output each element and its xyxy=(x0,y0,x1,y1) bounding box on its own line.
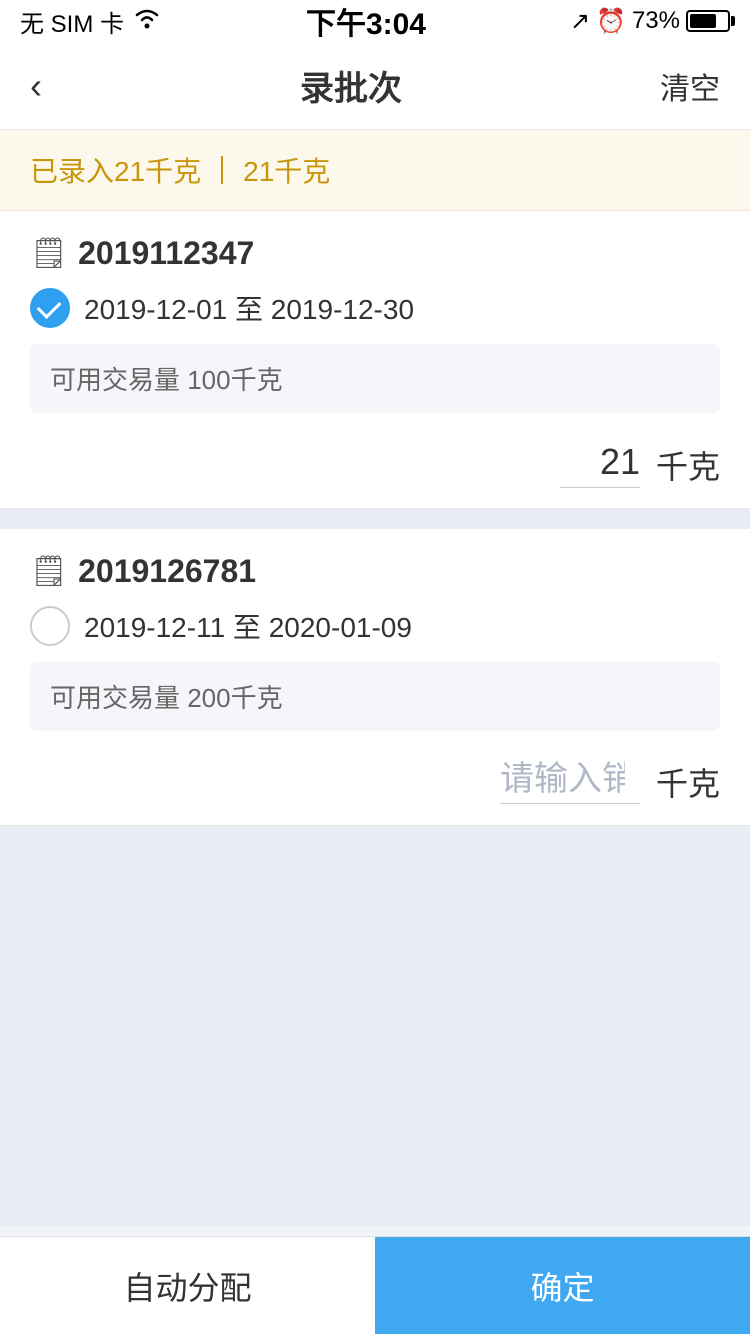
section-separator-1 xyxy=(0,509,750,529)
summary-divider xyxy=(221,156,223,184)
summary-banner: 已录入21千克 21千克 xyxy=(0,130,750,211)
batch-1-date: 2019-12-01 至 2019-12-30 xyxy=(84,288,414,328)
alarm-icon: ⏰ xyxy=(596,7,626,36)
nav-bar: ‹ 录批次 清空 xyxy=(0,42,750,130)
bottom-bar: 自动分配 确定 xyxy=(0,1236,750,1334)
page-title: 录批次 xyxy=(300,61,402,110)
carrier-label: 无 SIM 卡 xyxy=(20,4,124,39)
auto-distribute-button[interactable]: 自动分配 xyxy=(0,1237,375,1334)
total-label: 21千克 xyxy=(243,150,330,190)
batch-2-date: 2019-12-11 至 2020-01-09 xyxy=(84,606,412,646)
location-icon: ↗ xyxy=(570,7,590,36)
batch-card-1: 🗒 2019112347 2019-12-01 至 2019-12-30 可用交… xyxy=(0,211,750,509)
recorded-label: 已录入21千克 xyxy=(30,150,201,190)
batch-2-input-row: 千克 xyxy=(0,745,750,826)
batch-2-unit: 千克 xyxy=(656,759,720,805)
status-left: 无 SIM 卡 xyxy=(20,4,162,39)
status-right: ↗ ⏰ 73% xyxy=(570,7,730,36)
batch-2-number: 2019126781 xyxy=(78,553,256,590)
battery-fill xyxy=(690,14,716,28)
battery-icon xyxy=(686,10,730,32)
batch-1-header: 🗒 2019112347 xyxy=(0,211,750,282)
page-content: 已录入21千克 21千克 🗒 2019112347 2019-12-01 至 2… xyxy=(0,130,750,1334)
battery-percent: 73% xyxy=(632,7,680,35)
batch-1-icon: 🗒 xyxy=(30,236,68,271)
status-bar: 无 SIM 卡 下午3:04 ↗ ⏰ 73% xyxy=(0,0,750,42)
batch-1-date-row[interactable]: 2019-12-01 至 2019-12-30 xyxy=(0,282,750,334)
batch-1-number: 2019112347 xyxy=(78,235,254,272)
batch-2-radio[interactable] xyxy=(30,606,70,646)
batch-1-input-row: 21 千克 xyxy=(0,427,750,509)
batch-2-available: 可用交易量 200千克 xyxy=(30,662,720,731)
batch-2-date-row[interactable]: 2019-12-11 至 2020-01-09 xyxy=(0,600,750,652)
batch-card-2: 🗒 2019126781 2019-12-11 至 2020-01-09 可用交… xyxy=(0,529,750,826)
back-button[interactable]: ‹ xyxy=(30,65,42,107)
batch-2-quantity-input[interactable] xyxy=(500,760,640,804)
batch-2-header: 🗒 2019126781 xyxy=(0,529,750,600)
status-time: 下午3:04 xyxy=(306,0,426,43)
batch-1-quantity: 21 xyxy=(560,441,640,488)
clear-button[interactable]: 清空 xyxy=(660,64,720,108)
batch-2-icon: 🗒 xyxy=(30,554,68,589)
confirm-button[interactable]: 确定 xyxy=(375,1237,750,1334)
batch-1-unit: 千克 xyxy=(656,442,720,488)
bottom-space xyxy=(0,826,750,1226)
batch-1-radio[interactable] xyxy=(30,288,70,328)
batch-1-available: 可用交易量 100千克 xyxy=(30,344,720,413)
wifi-icon xyxy=(132,7,162,36)
